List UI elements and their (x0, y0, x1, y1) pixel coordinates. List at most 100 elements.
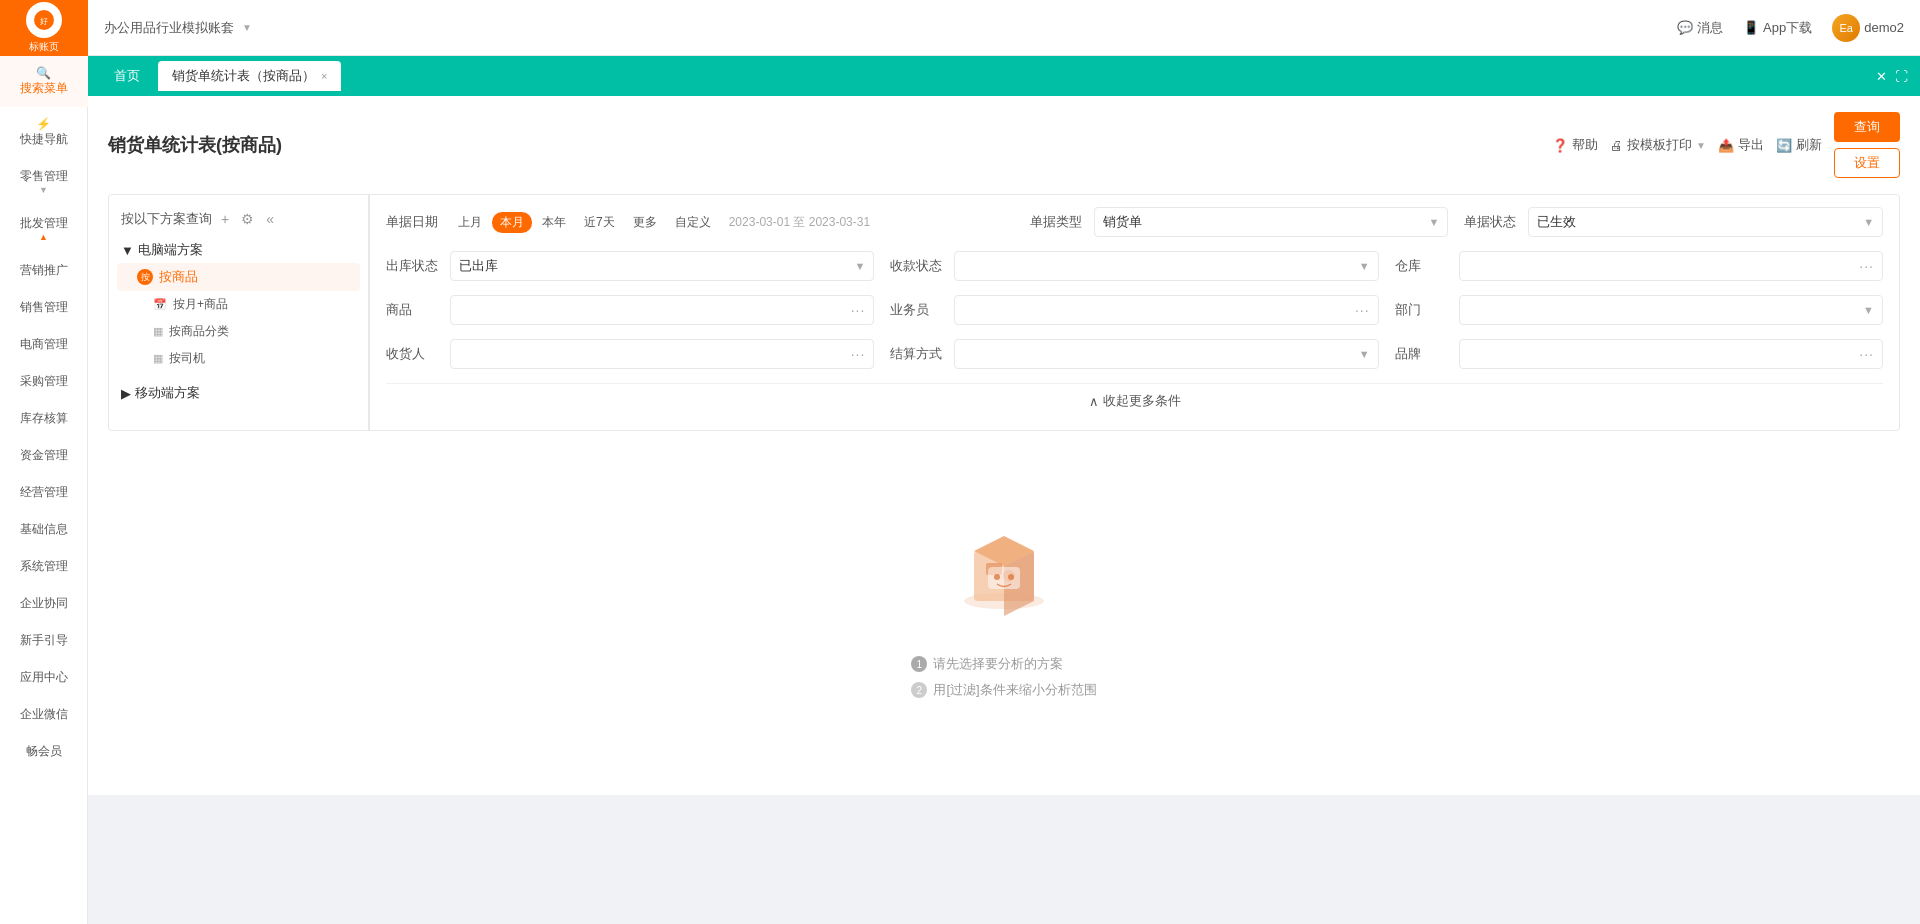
sidebar-item-retail[interactable]: 零售管理 ▼ (0, 158, 88, 205)
tip-text-1: 请先选择要分析的方案 (933, 655, 1063, 673)
sidebar-item-search[interactable]: 🔍 搜索菜单 (0, 56, 88, 107)
receiver-input[interactable]: ··· (450, 339, 874, 369)
filter-cell-brand: 品牌 ··· (1395, 339, 1883, 369)
collapse-icon: ∧ (1089, 394, 1099, 409)
query-button[interactable]: 查询 (1834, 112, 1900, 142)
date-tab-last-month[interactable]: 上月 (450, 212, 490, 233)
export-icon: 📤 (1718, 138, 1734, 153)
mobile-scheme-group-title[interactable]: ▶ 移动端方案 (117, 380, 360, 406)
refresh-button[interactable]: 🔄 刷新 (1776, 136, 1822, 154)
warehouse-input[interactable]: ··· (1459, 251, 1883, 281)
action-buttons: 查询 设置 (1834, 112, 1900, 178)
receiver-label: 收货人 (386, 345, 442, 363)
sidebar-item-marketing[interactable]: 营销推广 (0, 252, 88, 289)
tab-home-label: 首页 (114, 67, 140, 85)
brand-dots: ··· (1859, 346, 1874, 362)
sidebar-item-finance[interactable]: 资金管理 (0, 437, 88, 474)
sidebar-item-app-center[interactable]: 应用中心 (0, 659, 88, 696)
message-button[interactable]: 💬 消息 (1677, 19, 1723, 37)
close-window-icon[interactable]: ✕ (1876, 69, 1887, 84)
scheme-item-by-month-product[interactable]: 📅 按月+商品 (117, 291, 360, 318)
filter-row-2: 出库状态 已出库 ▼ 收款状态 ▼ (386, 251, 1883, 281)
scheme-item-by-category[interactable]: ▦ 按商品分类 (117, 318, 360, 345)
product-dots: ··· (851, 302, 866, 318)
template-print-button[interactable]: 🖨 按模板打印 ▼ (1610, 136, 1706, 154)
svg-point-10 (1008, 574, 1014, 580)
setting-button[interactable]: 设置 (1834, 148, 1900, 178)
salesperson-input[interactable]: ··· (954, 295, 1378, 325)
doc-type-input[interactable]: 销货单 ▼ (1094, 207, 1449, 237)
department-chevron: ▼ (1863, 304, 1874, 316)
sidebar-item-quick-nav[interactable]: ⚡ 快捷导航 (0, 107, 88, 158)
sidebar-item-operation[interactable]: 经营管理 (0, 474, 88, 511)
sidebar-item-wholesale[interactable]: 批发管理 ▲ (0, 205, 88, 252)
out-status-input[interactable]: 已出库 ▼ (450, 251, 874, 281)
scheme-label: 按商品 (159, 268, 198, 286)
pc-group-label: 电脑端方案 (138, 241, 203, 259)
sidebar-item-corp-wechat[interactable]: 企业微信 (0, 696, 88, 733)
empty-svg (944, 511, 1064, 631)
sidebar-item-enterprise[interactable]: 企业协同 (0, 585, 88, 622)
message-icon: 💬 (1677, 20, 1693, 35)
tab-active-label: 销货单统计表（按商品） (172, 67, 315, 85)
date-tab-7days[interactable]: 近7天 (576, 212, 623, 233)
tab-sales-stat[interactable]: 销货单统计表（按商品） × (158, 61, 341, 91)
app-download-button[interactable]: 📱 App下载 (1743, 19, 1812, 37)
filter-cell-receiver: 收货人 ··· (386, 339, 874, 369)
sidebar-item-basic[interactable]: 基础信息 (0, 511, 88, 548)
date-tab-this-month[interactable]: 本月 (492, 212, 532, 233)
department-input[interactable]: ▼ (1459, 295, 1883, 325)
filter-cell-payment-status: 收款状态 ▼ (890, 251, 1378, 281)
scheme-collapse-button[interactable]: « (263, 209, 277, 229)
calendar-icon: 📅 (153, 298, 167, 311)
export-button[interactable]: 📤 导出 (1718, 136, 1764, 154)
sidebar-item-sales[interactable]: 销售管理 (0, 289, 88, 326)
sidebar-item-newbie[interactable]: 新手引导 (0, 622, 88, 659)
doc-type-label: 单据类型 (1030, 213, 1086, 231)
department-label: 部门 (1395, 301, 1451, 319)
print-dropdown-arrow[interactable]: ▼ (1696, 140, 1706, 151)
date-tab-this-year[interactable]: 本年 (534, 212, 574, 233)
tab-close-icon[interactable]: × (321, 70, 327, 82)
sidebar-item-system[interactable]: 系统管理 (0, 548, 88, 585)
sidebar-item-label: 企业协同 (4, 595, 84, 612)
sidebar: 好 标账页 🔍 搜索菜单 ⚡ 快捷导航 零售管理 ▼ 批发管理 ▲ 营销推广 销… (0, 0, 88, 924)
user-menu[interactable]: Ea demo2 (1832, 14, 1904, 42)
scheme-label: 按司机 (169, 350, 205, 367)
filter-row-3: 商品 ··· 业务员 ··· (386, 295, 1883, 325)
date-tab-more[interactable]: 更多 (625, 212, 665, 233)
settle-method-input[interactable]: ▼ (954, 339, 1378, 369)
pc-scheme-group-title[interactable]: ▼ 电脑端方案 (117, 237, 360, 263)
avatar: Ea (1832, 14, 1860, 42)
content-area: 销货单统计表(按商品) ❓ 帮助 🖨 按模板打印 ▼ 📤 导出 (88, 96, 1920, 795)
doc-status-input[interactable]: 已生效 ▼ (1528, 207, 1883, 237)
filter-section: 按以下方案查询 + ⚙ « ▼ 电脑端方案 按 (108, 194, 1900, 431)
empty-tip-1: 1 请先选择要分析的方案 (911, 655, 1096, 673)
sidebar-item-purchase[interactable]: 采购管理 (0, 363, 88, 400)
dropdown-arrow[interactable]: ▼ (242, 22, 252, 33)
doc-status-label: 单据状态 (1464, 213, 1520, 231)
help-button[interactable]: ❓ 帮助 (1552, 136, 1598, 154)
filter-cell-doc-status: 单据状态 已生效 ▼ (1464, 207, 1883, 237)
tab-home[interactable]: 首页 (100, 61, 154, 91)
sidebar-item-inventory[interactable]: 库存核算 (0, 400, 88, 437)
sidebar-item-label: 电商管理 (4, 336, 84, 353)
sidebar-item-label: 营销推广 (4, 262, 84, 279)
product-input[interactable]: ··· (450, 295, 874, 325)
scheme-item-by-driver[interactable]: ▦ 按司机 (117, 345, 360, 372)
maximize-window-icon[interactable]: ⛶ (1895, 69, 1908, 84)
grid-icon2: ▦ (153, 352, 163, 365)
payment-status-input[interactable]: ▼ (954, 251, 1378, 281)
filter-collapse-button[interactable]: ∧ 收起更多条件 (386, 383, 1883, 418)
date-tab-custom[interactable]: 自定义 (667, 212, 719, 233)
chevron-icon: ▲ (4, 232, 84, 242)
tip-num-1: 1 (911, 656, 927, 672)
filter-cell-department: 部门 ▼ (1395, 295, 1883, 325)
empty-state: 1 请先选择要分析的方案 2 用[过滤]条件来缩小分析范围 (108, 431, 1900, 779)
sidebar-item-ecom[interactable]: 电商管理 (0, 326, 88, 363)
scheme-add-button[interactable]: + (218, 209, 232, 229)
sidebar-item-member[interactable]: 畅会员 (0, 733, 88, 770)
scheme-item-by-product[interactable]: 按 按商品 (117, 263, 360, 291)
brand-input[interactable]: ··· (1459, 339, 1883, 369)
scheme-settings-button[interactable]: ⚙ (238, 209, 257, 229)
